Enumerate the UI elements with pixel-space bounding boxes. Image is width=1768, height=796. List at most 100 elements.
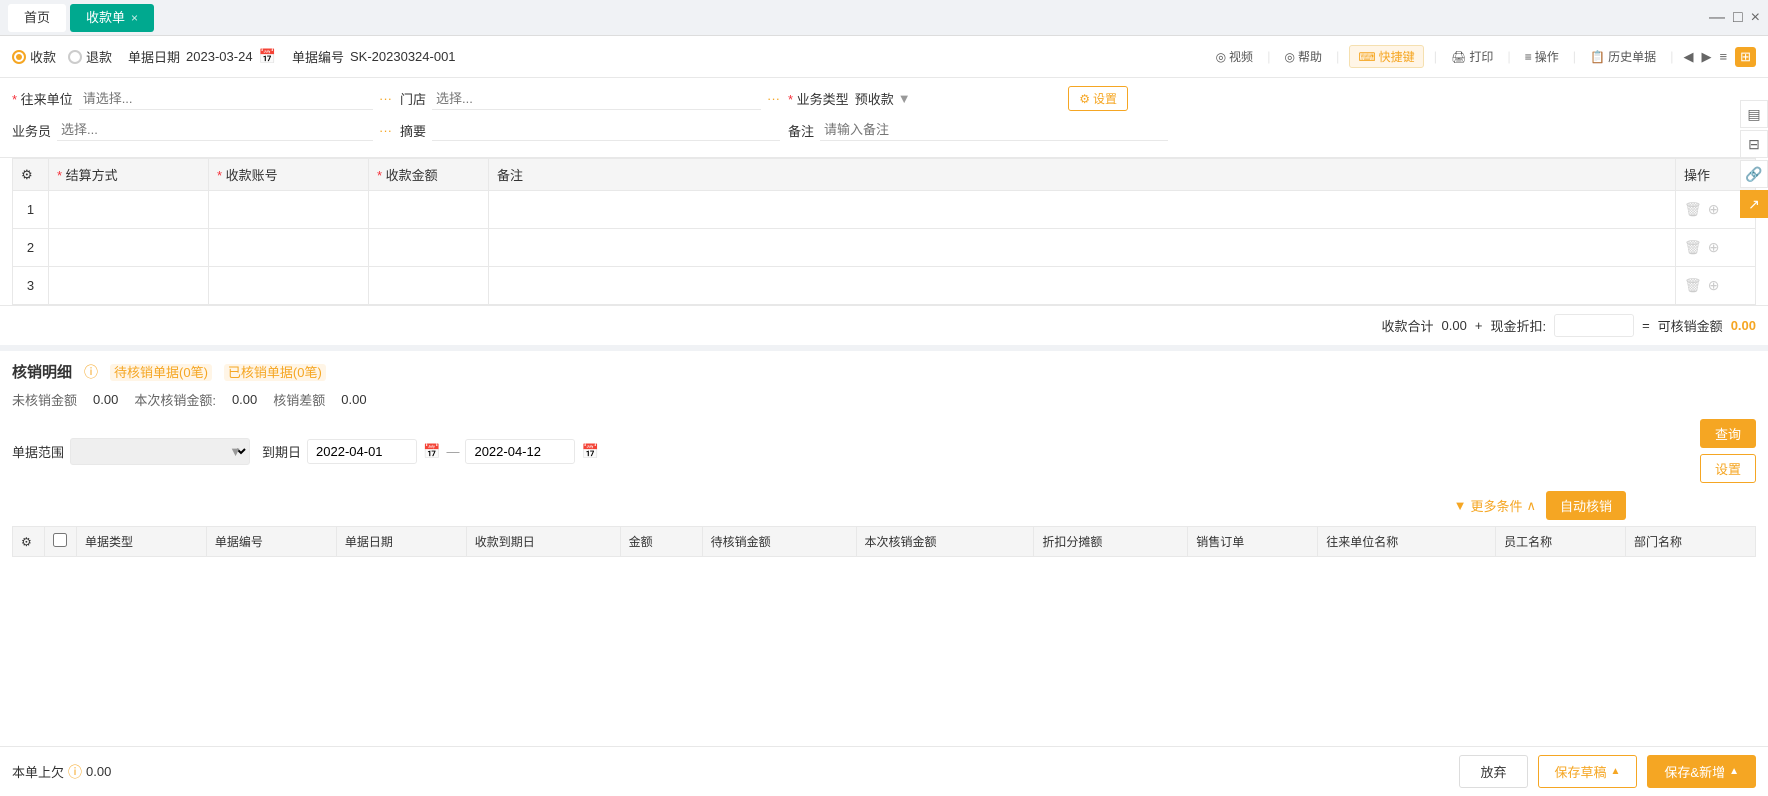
- diff-value: 0.00: [341, 392, 366, 407]
- store-label: 门店: [400, 89, 426, 108]
- row3-notes[interactable]: [489, 267, 1676, 305]
- row2-notes[interactable]: [489, 229, 1676, 267]
- row2-amount[interactable]: [369, 229, 489, 267]
- col-account-header: 收款账号: [209, 159, 369, 191]
- table-gear-header[interactable]: ⚙: [13, 159, 49, 191]
- save-new-button[interactable]: 保存&新增 ▲: [1647, 755, 1756, 788]
- col-checkbox-header[interactable]: [45, 527, 77, 557]
- sidebar-list-icon-btn[interactable]: ⊟: [1740, 130, 1768, 158]
- salesman-input[interactable]: [57, 119, 373, 141]
- done-tab[interactable]: 已核销单据(0笔): [224, 362, 326, 381]
- pending-tab[interactable]: 待核销单据(0笔): [110, 362, 212, 381]
- tab-bar-close-icon[interactable]: ×: [1751, 9, 1760, 27]
- available-label: 可核销金额: [1658, 316, 1723, 335]
- store-more-icon[interactable]: ···: [767, 91, 780, 106]
- row3-delete-icon[interactable]: 🗑: [1684, 277, 1702, 294]
- row2-account[interactable]: [209, 229, 369, 267]
- row2-settlement[interactable]: [49, 229, 209, 267]
- sidebar-expand-icon-btn[interactable]: ↗: [1740, 190, 1768, 218]
- row1-amount[interactable]: [369, 191, 489, 229]
- operate-btn[interactable]: ≡ 操作: [1521, 46, 1563, 67]
- video-icon: ◎: [1216, 50, 1226, 64]
- store-field: 门店 ···: [400, 88, 780, 110]
- footer-info-icon[interactable]: ⓘ: [68, 762, 82, 782]
- row1-account[interactable]: [209, 191, 369, 229]
- counterpart-input[interactable]: [79, 88, 373, 110]
- prev-icon[interactable]: ◀: [1684, 49, 1694, 65]
- tab-home[interactable]: 首页: [8, 4, 66, 32]
- counterpart-more-icon[interactable]: ···: [379, 91, 392, 106]
- grid-icon[interactable]: ⊞: [1735, 47, 1756, 67]
- radio-receive[interactable]: 收款: [12, 47, 56, 66]
- col-settlement-header: 结算方式: [49, 159, 209, 191]
- row2-no: 2: [13, 229, 49, 267]
- counterpart-field: 往来单位 ···: [12, 88, 392, 110]
- select-all-checkbox[interactable]: [53, 533, 67, 547]
- layout-icon[interactable]: ≡: [1720, 49, 1728, 64]
- filter-row: 单据范围 ▼ 到期日 📅 — 📅 查询 设置: [12, 419, 1756, 483]
- tab-active[interactable]: 收款单 ×: [70, 4, 154, 32]
- row1-delete-icon[interactable]: 🗑: [1684, 201, 1702, 218]
- discount-input[interactable]: [1554, 314, 1634, 337]
- settings2-button[interactable]: 设置: [1700, 454, 1756, 483]
- col-dept-header: 部门名称: [1625, 527, 1755, 557]
- tab-bar-maximize-icon[interactable]: □: [1733, 9, 1743, 27]
- summary-input[interactable]: [432, 119, 780, 141]
- form-row-2: 业务员 ··· 摘要 备注: [12, 119, 1756, 141]
- shortcut-btn[interactable]: ⌨ 快捷键: [1349, 45, 1423, 68]
- more-filter-btn[interactable]: ▼ 更多条件 ∧: [1454, 496, 1536, 515]
- verify-info-icon[interactable]: ⓘ: [84, 362, 98, 382]
- number-label: 单据编号: [292, 47, 344, 66]
- toolbar-right: ◎ 视频 | ◎ 帮助 | ⌨ 快捷键 | 🖨 打印 | ≡ 操作: [1212, 45, 1756, 68]
- print-btn[interactable]: 🖨 打印: [1447, 46, 1497, 67]
- toolbar-date-field: 单据日期 2023-03-24 📅: [128, 47, 276, 66]
- tab-bar-minimize-icon[interactable]: —: [1709, 9, 1725, 27]
- notes-input[interactable]: [820, 119, 1168, 141]
- salesman-more-icon[interactable]: ···: [379, 123, 392, 138]
- row3-amount[interactable]: [369, 267, 489, 305]
- tab-active-label: 收款单: [86, 4, 125, 32]
- due-date-filter-field: 到期日 📅 — 📅: [262, 439, 599, 464]
- save-new-dropdown-icon[interactable]: ▲: [1729, 766, 1739, 777]
- row3-copy-icon[interactable]: ⊕: [1708, 277, 1720, 294]
- save-draft-button[interactable]: 保存草稿 ▲: [1538, 755, 1638, 788]
- footer-stat: 本单上欠 ⓘ 0.00: [12, 762, 111, 782]
- row1-notes[interactable]: [489, 191, 1676, 229]
- save-draft-dropdown-icon[interactable]: ▲: [1611, 766, 1621, 777]
- date-end-calendar-icon[interactable]: 📅: [581, 443, 598, 460]
- row1-copy-icon[interactable]: ⊕: [1708, 201, 1720, 218]
- radio-refund-dot: [68, 50, 82, 64]
- row1-settlement[interactable]: [49, 191, 209, 229]
- date-start-input[interactable]: [307, 439, 417, 464]
- total-value: 0.00: [1442, 318, 1467, 333]
- row3-settlement[interactable]: [49, 267, 209, 305]
- tab-close-icon[interactable]: ×: [131, 4, 138, 32]
- video-btn[interactable]: ◎ 视频: [1212, 46, 1258, 67]
- next-icon[interactable]: ▶: [1702, 49, 1712, 65]
- biz-type-dropdown-icon[interactable]: ▼: [898, 91, 911, 106]
- col-gear-header[interactable]: ⚙: [13, 527, 45, 557]
- equals-symbol: =: [1642, 318, 1650, 333]
- date-end-input[interactable]: [465, 439, 575, 464]
- radio-refund[interactable]: 退款: [68, 47, 112, 66]
- toolbar: 收款 退款 单据日期 2023-03-24 📅 单据编号 SK-20230324…: [0, 36, 1768, 78]
- sidebar-table-icon-btn[interactable]: ▤: [1740, 100, 1768, 128]
- sidebar-link-icon-btn[interactable]: 🔗: [1740, 160, 1768, 188]
- range-select[interactable]: [70, 438, 250, 465]
- row2-copy-icon[interactable]: ⊕: [1708, 239, 1720, 256]
- calendar-icon[interactable]: 📅: [259, 48, 276, 65]
- number-value: SK-20230324-001: [350, 49, 456, 64]
- settings-button[interactable]: ⚙ 设置: [1068, 86, 1128, 111]
- auto-verify-button[interactable]: 自动核销: [1546, 491, 1626, 520]
- history-btn[interactable]: 📋 历史单据: [1586, 46, 1660, 67]
- unverified-value: 0.00: [93, 392, 118, 407]
- row2-delete-icon[interactable]: 🗑: [1684, 239, 1702, 256]
- help-btn[interactable]: ◎ 帮助: [1280, 46, 1326, 67]
- row3-account[interactable]: [209, 267, 369, 305]
- date-start-calendar-icon[interactable]: 📅: [423, 443, 440, 460]
- notes-label: 备注: [788, 121, 814, 140]
- query-button[interactable]: 查询: [1700, 419, 1756, 448]
- store-input[interactable]: [432, 88, 761, 110]
- abandon-button[interactable]: 放弃: [1459, 755, 1527, 788]
- col-number-header: 单据编号: [206, 527, 336, 557]
